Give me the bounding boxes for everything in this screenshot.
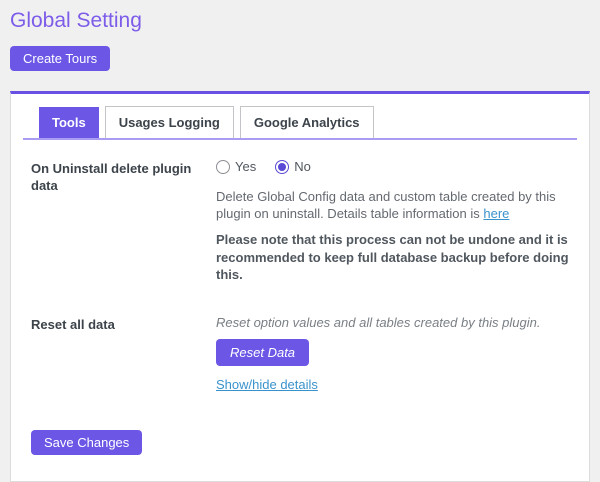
settings-panel: Tools Usages Logging Google Analytics On… — [10, 91, 590, 482]
radio-no[interactable] — [275, 159, 290, 174]
settings-page: Global Setting Create Tours Tools Usages… — [0, 0, 600, 482]
uninstall-setting-row: On Uninstall delete plugin data Yes No D… — [31, 159, 569, 284]
reset-setting-row: Reset all data Reset option values and a… — [31, 315, 569, 392]
save-area: Save Changes — [11, 392, 589, 455]
radio-yes-label[interactable]: Yes — [235, 159, 256, 174]
create-tours-button[interactable]: Create Tours — [10, 46, 111, 71]
uninstall-radio-group: Yes No — [216, 159, 569, 174]
tab-bar: Tools Usages Logging Google Analytics — [23, 106, 577, 140]
tab-google-analytics[interactable]: Google Analytics — [239, 106, 374, 138]
reset-description: Reset option values and all tables creat… — [216, 314, 541, 330]
tab-usages-logging[interactable]: Usages Logging — [104, 106, 234, 138]
uninstall-description: Delete Global Config data and custom tab… — [216, 188, 569, 222]
details-table-link[interactable]: here — [483, 206, 509, 221]
uninstall-warning-note: Please note that this process can not be… — [216, 232, 569, 283]
page-title: Global Setting — [10, 9, 142, 32]
uninstall-setting-label: On Uninstall delete plugin data — [31, 161, 192, 193]
show-hide-details-link[interactable]: Show/hide details — [216, 377, 318, 392]
radio-no-label[interactable]: No — [294, 159, 311, 174]
save-changes-button[interactable]: Save Changes — [31, 429, 143, 455]
radio-yes[interactable] — [216, 159, 230, 174]
tab-tools[interactable]: Tools — [39, 107, 99, 138]
reset-setting-label: Reset all data — [31, 316, 115, 332]
reset-data-button[interactable]: Reset Data — [216, 338, 310, 366]
tools-tab-content: On Uninstall delete plugin data Yes No D… — [11, 140, 589, 392]
